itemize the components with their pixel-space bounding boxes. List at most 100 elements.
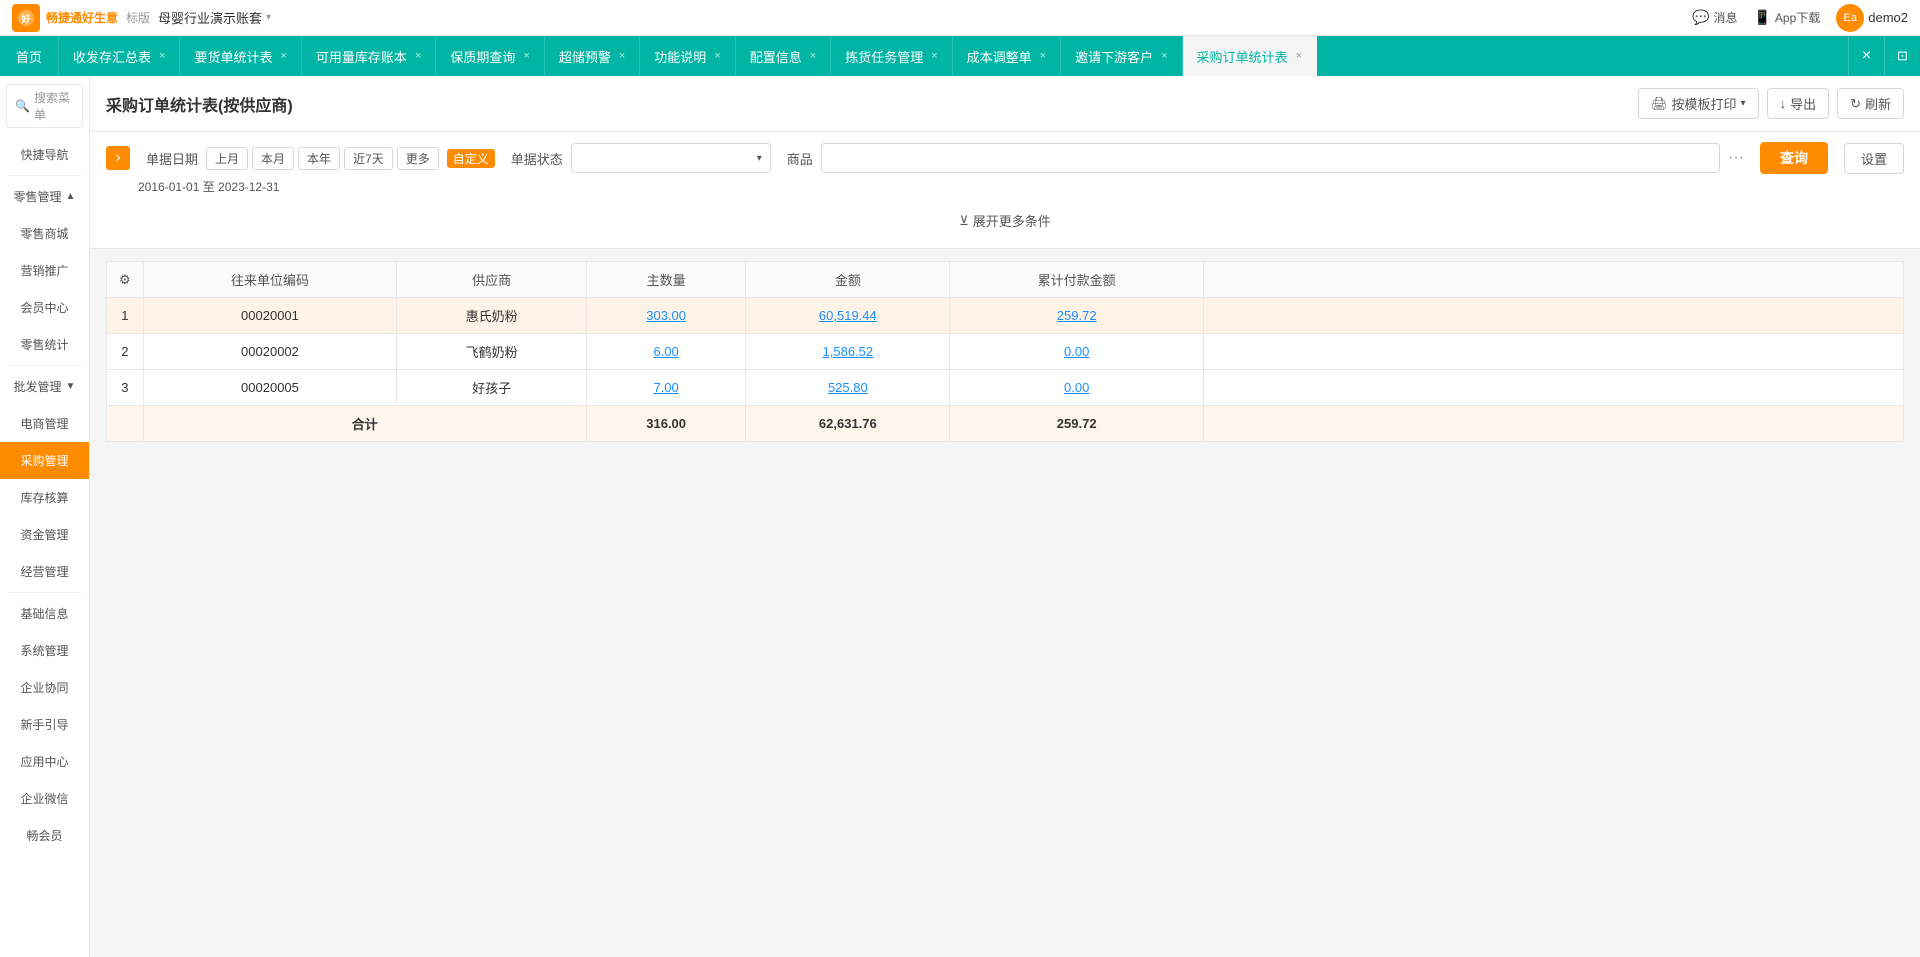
print-chevron: ▾ bbox=[1741, 98, 1746, 109]
app-download-label: App下载 bbox=[1775, 9, 1820, 26]
user-name: demo2 bbox=[1868, 10, 1908, 25]
tab-requisition-label: 要货单统计表 bbox=[194, 47, 272, 66]
sidebar-item-system[interactable]: 系统管理 bbox=[0, 632, 89, 669]
tab-home-label: 首页 bbox=[16, 47, 42, 66]
tab-receive-close[interactable]: × bbox=[159, 50, 165, 62]
sidebar-item-basic[interactable]: 基础信息 bbox=[0, 595, 89, 632]
tab-picking[interactable]: 拣货任务管理 × bbox=[831, 36, 952, 76]
row-1-quantity-link[interactable]: 303.00 bbox=[646, 308, 686, 323]
sidebar-item-quick-nav[interactable]: 快捷导航 bbox=[0, 136, 89, 173]
tab-cost[interactable]: 成本调整单 × bbox=[953, 36, 1061, 76]
refresh-label: 刷新 bbox=[1865, 94, 1891, 113]
row-1-paid-link[interactable]: 259.72 bbox=[1057, 308, 1097, 323]
sidebar-item-ops[interactable]: 经营管理 bbox=[0, 553, 89, 590]
sidebar-item-purchase[interactable]: 采购管理 bbox=[0, 442, 89, 479]
tab-cost-close[interactable]: × bbox=[1040, 50, 1046, 62]
tab-invite-close[interactable]: × bbox=[1161, 50, 1167, 62]
tab-overstock-close[interactable]: × bbox=[619, 50, 625, 62]
search-menu-btn[interactable]: 🔍 搜索菜单 bbox=[6, 84, 83, 128]
content-area: 采购订单统计表(按供应商) 🖨 按模板打印 ▾ ↓ 导出 ↻ 刷新 bbox=[90, 76, 1920, 957]
sidebar-item-retail[interactable]: 零售管理 ▲ bbox=[0, 178, 89, 215]
query-btn[interactable]: 查询 bbox=[1760, 142, 1828, 174]
user-area[interactable]: Ea demo2 bbox=[1836, 4, 1908, 32]
tab-purchase-stats-close[interactable]: × bbox=[1296, 50, 1302, 62]
row-1-amount-link[interactable]: 60,519.44 bbox=[819, 308, 877, 323]
filter-status-select[interactable]: ▾ bbox=[571, 143, 771, 173]
export-btn[interactable]: ↓ 导出 bbox=[1767, 88, 1830, 119]
filter-date-prev-month[interactable]: 上月 bbox=[206, 147, 248, 170]
filter-goods-input[interactable] bbox=[821, 143, 1720, 173]
sidebar-enterprise-label: 企业协同 bbox=[20, 679, 68, 696]
sidebar-member-label: 会员中心 bbox=[20, 299, 68, 316]
filter-date-more[interactable]: 更多 bbox=[397, 147, 439, 170]
sidebar-item-enterprise[interactable]: 企业协同 bbox=[0, 669, 89, 706]
tab-restore-btn[interactable]: ⊡ bbox=[1884, 36, 1920, 76]
message-btn[interactable]: 💬 消息 bbox=[1692, 9, 1737, 26]
tab-config-close[interactable]: × bbox=[810, 50, 816, 62]
sidebar-item-finance[interactable]: 资金管理 bbox=[0, 516, 89, 553]
sidebar-item-wechat[interactable]: 企业微信 bbox=[0, 780, 89, 817]
row-2-extra bbox=[1204, 334, 1904, 370]
settings-btn[interactable]: 设置 bbox=[1844, 143, 1904, 174]
tab-function[interactable]: 功能说明 × bbox=[640, 36, 735, 76]
table-row: 1 00020001 惠氏奶粉 303.00 60,519.44 259.72 bbox=[107, 298, 1904, 334]
row-3-quantity-link[interactable]: 7.00 bbox=[653, 380, 678, 395]
sidebar-item-newbie[interactable]: 新手引导 bbox=[0, 706, 89, 743]
sidebar-item-retail-stats[interactable]: 零售统计 bbox=[0, 326, 89, 363]
filter-date-cur-month[interactable]: 本月 bbox=[252, 147, 294, 170]
tab-invite[interactable]: 邀请下游客户 × bbox=[1061, 36, 1182, 76]
tab-close-all-btn[interactable]: × bbox=[1848, 36, 1884, 76]
sidebar-item-plus[interactable]: 畅会员 bbox=[0, 817, 89, 854]
sidebar-item-inventory[interactable]: 库存核算 bbox=[0, 479, 89, 516]
sidebar-item-member[interactable]: 会员中心 bbox=[0, 289, 89, 326]
tab-picking-close[interactable]: × bbox=[931, 50, 937, 62]
filter-expand-btn[interactable]: ⊻ 展开更多条件 bbox=[943, 207, 1067, 234]
sidebar-divider-1 bbox=[8, 175, 81, 176]
sidebar-item-retail-mall[interactable]: 零售商城 bbox=[0, 215, 89, 252]
tab-function-close[interactable]: × bbox=[714, 50, 720, 62]
sidebar-item-marketing[interactable]: 营销推广 bbox=[0, 252, 89, 289]
sidebar-app-center-label: 应用中心 bbox=[20, 753, 68, 770]
tab-available-close[interactable]: × bbox=[415, 50, 421, 62]
filter-date-cur-year[interactable]: 本年 bbox=[298, 147, 340, 170]
tab-available[interactable]: 可用量库存账本 × bbox=[302, 36, 436, 76]
filter-more-row: ⊻ 展开更多条件 bbox=[106, 195, 1904, 238]
tab-receive[interactable]: 收发存汇总表 × bbox=[59, 36, 180, 76]
tab-overstock[interactable]: 超储预警 × bbox=[545, 36, 640, 76]
row-3-code: 00020005 bbox=[143, 370, 397, 406]
filter-collapse-btn[interactable]: › bbox=[106, 146, 130, 170]
filter-date-7days[interactable]: 近7天 bbox=[344, 147, 393, 170]
footer-amount: 62,631.76 bbox=[746, 406, 950, 442]
row-2-paid-link[interactable]: 0.00 bbox=[1064, 344, 1089, 359]
row-2-amount-link[interactable]: 1,586.52 bbox=[823, 344, 874, 359]
tab-requisition-close[interactable]: × bbox=[280, 50, 286, 62]
sidebar-item-wholesale[interactable]: 批发管理 ▼ bbox=[0, 368, 89, 405]
tab-purchase-stats[interactable]: 采购订单统计表 × bbox=[1183, 36, 1317, 76]
sidebar: 🔍 搜索菜单 快捷导航 零售管理 ▲ 零售商城 营销推广 会员中心 零售统计 批… bbox=[0, 76, 90, 957]
sidebar-item-app-center[interactable]: 应用中心 bbox=[0, 743, 89, 780]
tab-home[interactable]: 首页 bbox=[0, 36, 59, 76]
row-3-paid-link[interactable]: 0.00 bbox=[1064, 380, 1089, 395]
refresh-btn[interactable]: ↻ 刷新 bbox=[1837, 88, 1904, 119]
col-settings-icon[interactable]: ⚙ bbox=[119, 272, 131, 287]
tab-requisition[interactable]: 要货单统计表 × bbox=[180, 36, 301, 76]
workspace-dropdown[interactable]: 母婴行业演示账套 ▾ bbox=[158, 8, 271, 27]
tab-receive-label: 收发存汇总表 bbox=[73, 47, 151, 66]
tab-expiry-close[interactable]: × bbox=[523, 50, 529, 62]
sidebar-ecommerce-label: 电商管理 bbox=[20, 415, 68, 432]
sidebar-retail-label: 零售管理 bbox=[14, 188, 62, 205]
filter-date-shortcuts: 上月 本月 本年 近7天 更多 bbox=[206, 147, 439, 170]
app-download-btn[interactable]: 📱 App下载 bbox=[1753, 9, 1820, 26]
sidebar-inventory-label: 库存核算 bbox=[20, 489, 68, 506]
print-btn[interactable]: 🖨 按模板打印 ▾ bbox=[1638, 88, 1759, 119]
footer-label: 合计 bbox=[143, 406, 586, 442]
tab-expiry[interactable]: 保质期查询 × bbox=[436, 36, 544, 76]
filter-goods-more[interactable]: ··· bbox=[1728, 149, 1744, 167]
footer-paid: 259.72 bbox=[950, 406, 1204, 442]
download-icon: 📱 bbox=[1753, 9, 1770, 26]
tab-config[interactable]: 配置信息 × bbox=[736, 36, 831, 76]
sidebar-item-ecommerce[interactable]: 电商管理 bbox=[0, 405, 89, 442]
sidebar-system-label: 系统管理 bbox=[20, 642, 68, 659]
row-2-quantity-link[interactable]: 6.00 bbox=[653, 344, 678, 359]
row-3-amount-link[interactable]: 525.80 bbox=[828, 380, 868, 395]
